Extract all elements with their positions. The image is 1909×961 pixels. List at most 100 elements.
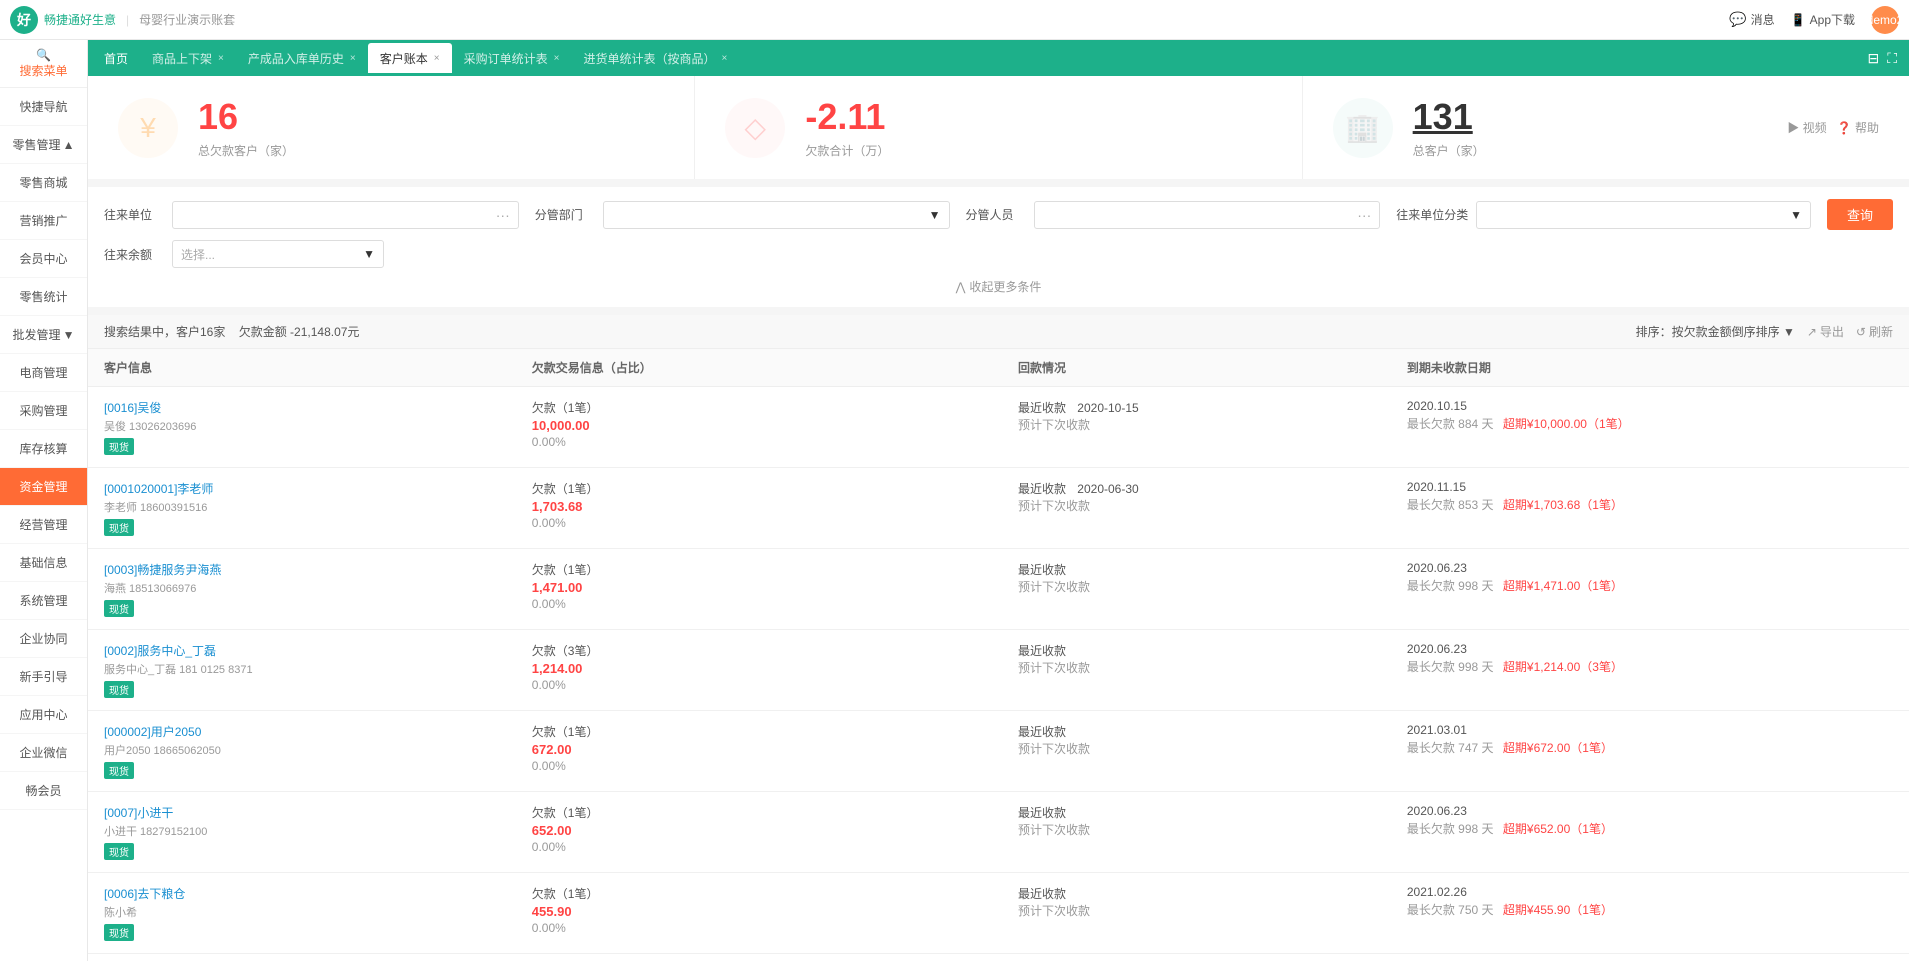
tab-close-customer-account[interactable]: × — [434, 53, 440, 64]
debt-count-3: 欠款（3笔） — [532, 642, 1018, 659]
sidebar-search[interactable]: 🔍 搜索菜单 — [0, 40, 87, 88]
customer-name-5[interactable]: [0007]小进干 — [104, 806, 173, 820]
overdue-link-1[interactable]: 超期¥1,703.68（1笔） — [1503, 498, 1623, 512]
sidebar-item-system[interactable]: 系统管理 — [0, 582, 87, 620]
tab-close-product-history[interactable]: × — [350, 53, 356, 64]
tab-customer-account[interactable]: 客户账本 × — [368, 43, 452, 73]
sidebar-item-retail-mgmt[interactable]: 零售管理 ▲ — [0, 126, 87, 164]
overdue-col-5: 2020.06.23 最长欠款 998 天 超期¥652.00（1笔） — [1407, 804, 1893, 837]
customer-name-3[interactable]: [0002]服务中心_丁磊 — [104, 644, 216, 658]
results-summary: 搜索结果中，客户16家 欠款金额 -21,148.07元 — [104, 323, 359, 340]
person-input[interactable]: ··· — [1034, 201, 1381, 229]
overdue-col-2: 2020.06.23 最长欠款 998 天 超期¥1,471.00（1笔） — [1407, 561, 1893, 594]
customer-name-1[interactable]: [0001020001]李老师 — [104, 482, 213, 496]
tab-product-off[interactable]: 商品上下架 × — [140, 43, 236, 73]
sidebar-item-apps[interactable]: 应用中心 — [0, 696, 87, 734]
tab-close-product-off[interactable]: × — [218, 53, 224, 64]
sidebar-item-nav[interactable]: 快捷导航 — [0, 88, 87, 126]
customer-tag-0: 现货 — [104, 438, 134, 455]
customer-name-4[interactable]: [000002]用户2050 — [104, 725, 201, 739]
customer-tag-5: 现货 — [104, 843, 134, 860]
overdue-link-2[interactable]: 超期¥1,471.00（1笔） — [1503, 579, 1623, 593]
app-download-btn[interactable]: 📱 App下载 — [1791, 11, 1855, 28]
overdue-date-1: 2020.11.15 — [1407, 480, 1893, 494]
collapse-row: ⋀ 收起更多条件 — [104, 278, 1893, 295]
sidebar-item-guide[interactable]: 新手引导 — [0, 658, 87, 696]
search-button[interactable]: 查询 — [1827, 199, 1893, 230]
unit-category-select[interactable]: ▼ — [1476, 201, 1811, 229]
table-row: [000002]用户2050 用户2050 18665062050 现货 欠款（… — [88, 711, 1909, 792]
stat-icon-diamond: ◇ — [725, 98, 785, 158]
person-label: 分管人员 — [966, 206, 1026, 223]
debt-col-0: 欠款（1笔） 10,000.00 0.00% — [532, 399, 1018, 449]
return-col-0: 最近收款 2020-10-15 预计下次收款 — [1018, 399, 1407, 433]
debt-ratio-0: 0.00% — [532, 435, 1018, 449]
store-name: 母婴行业演示账套 — [139, 11, 235, 28]
sidebar-item-basic[interactable]: 基础信息 — [0, 544, 87, 582]
tab-expand-icon[interactable]: ⛶ — [1887, 50, 1897, 67]
header-debt: 欠款交易信息（占比） — [532, 359, 1018, 376]
message-btn[interactable]: 💬 消息 — [1729, 11, 1774, 28]
sidebar-item-ecommerce[interactable]: 电商管理 — [0, 354, 87, 392]
tab-purchase-goods[interactable]: 进货单统计表（按商品） × — [571, 43, 739, 73]
sidebar-item-marketing[interactable]: 营销推广 — [0, 202, 87, 240]
overdue-link-4[interactable]: 超期¥672.00（1笔） — [1503, 741, 1613, 755]
table-row: [000001]黄思源 黄思源 13552700226 现货 欠款（1笔） 42… — [88, 954, 1909, 961]
table-header: 客户信息 欠款交易信息（占比） 回款情况 到期未收款日期 — [88, 349, 1909, 387]
sidebar-item-batch-mgmt[interactable]: 批发管理 ▼ — [0, 316, 87, 354]
tab-home[interactable]: 首页 — [92, 50, 140, 67]
return-next-1: 预计下次收款 — [1018, 497, 1407, 514]
sidebar-item-purchase[interactable]: 采购管理 — [0, 392, 87, 430]
debt-ratio-4: 0.00% — [532, 759, 1018, 773]
sidebar-item-ops[interactable]: 经营管理 — [0, 506, 87, 544]
balance-select[interactable]: 选择... ▼ — [172, 240, 384, 268]
sort-chevron: ▼ — [1783, 325, 1795, 339]
balance-label: 往来余额 — [104, 246, 164, 263]
chevron-icon: ▼ — [63, 328, 75, 342]
sidebar-item-inventory[interactable]: 库存核算 — [0, 430, 87, 468]
tab-close-purchase-summary[interactable]: × — [554, 53, 560, 64]
user-avatar[interactable]: demo2 — [1871, 6, 1899, 34]
debt-count-5: 欠款（1笔） — [532, 804, 1018, 821]
overdue-link-5[interactable]: 超期¥652.00（1笔） — [1503, 822, 1613, 836]
overdue-link-0[interactable]: 超期¥10,000.00（1笔） — [1503, 417, 1630, 431]
unit-category-chevron: ▼ — [1790, 208, 1802, 222]
tab-product-history[interactable]: 产成品入库单历史 × — [236, 43, 368, 73]
sidebar-item-collab[interactable]: 企业协同 — [0, 620, 87, 658]
message-icon: 💬 — [1729, 11, 1746, 28]
debt-ratio-1: 0.00% — [532, 516, 1018, 530]
sidebar-item-retail-stats[interactable]: 零售统计 — [0, 278, 87, 316]
debt-col-5: 欠款（1笔） 652.00 0.00% — [532, 804, 1018, 854]
tab-close-purchase-goods[interactable]: × — [721, 53, 727, 64]
help-btn[interactable]: ❓ 帮助 — [1837, 119, 1879, 136]
customer-name-2[interactable]: [0003]畅捷服务尹海燕 — [104, 563, 221, 577]
debt-amount-3: 1,214.00 — [532, 661, 1018, 676]
customer-col-0: [0016]吴俊 吴俊 13026203696 现货 — [104, 399, 532, 455]
sidebar-item-member2[interactable]: 畅会员 — [0, 772, 87, 810]
dept-select[interactable]: ▼ — [603, 201, 950, 229]
overdue-link-6[interactable]: 超期¥455.90（1笔） — [1503, 903, 1613, 917]
customer-tag-1: 现货 — [104, 519, 134, 536]
refresh-btn[interactable]: ↺ 刷新 — [1856, 323, 1893, 340]
customer-tag-2: 现货 — [104, 600, 134, 617]
overdue-link-3[interactable]: 超期¥1,214.00（3笔） — [1503, 660, 1623, 674]
overdue-date-5: 2020.06.23 — [1407, 804, 1893, 818]
tab-window-icon[interactable]: ⊟ — [1867, 50, 1879, 67]
collapse-button[interactable]: ⋀ 收起更多条件 — [956, 278, 1042, 295]
customer-col-5: [0007]小进干 小进干 18279152100 现货 — [104, 804, 532, 860]
sidebar-item-retail-mall[interactable]: 零售商城 — [0, 164, 87, 202]
sidebar-item-wechat[interactable]: 企业微信 — [0, 734, 87, 772]
customer-name-6[interactable]: [0006]去下粮仓 — [104, 887, 185, 901]
overdue-date-0: 2020.10.15 — [1407, 399, 1893, 413]
export-btn[interactable]: ↗ 导出 — [1807, 323, 1844, 340]
customer-name-0[interactable]: [0016]吴俊 — [104, 401, 161, 415]
sidebar-item-member[interactable]: 会员中心 — [0, 240, 87, 278]
tab-purchase-summary[interactable]: 采购订单统计表 × — [452, 43, 572, 73]
sort-select[interactable]: 排序：按欠款金额倒序排序 ▼ — [1636, 323, 1795, 340]
return-col-6: 最近收款 预计下次收款 — [1018, 885, 1407, 919]
sidebar-item-finance[interactable]: 资金管理 — [0, 468, 87, 506]
debt-count-6: 欠款（1笔） — [532, 885, 1018, 902]
video-btn[interactable]: ▶ 视频 — [1787, 119, 1826, 136]
source-unit-input[interactable]: ··· — [172, 201, 519, 229]
filter-area: 往来单位 ··· 分管部门 ▼ 分管人员 ··· 往来单位分类 — [88, 187, 1909, 307]
